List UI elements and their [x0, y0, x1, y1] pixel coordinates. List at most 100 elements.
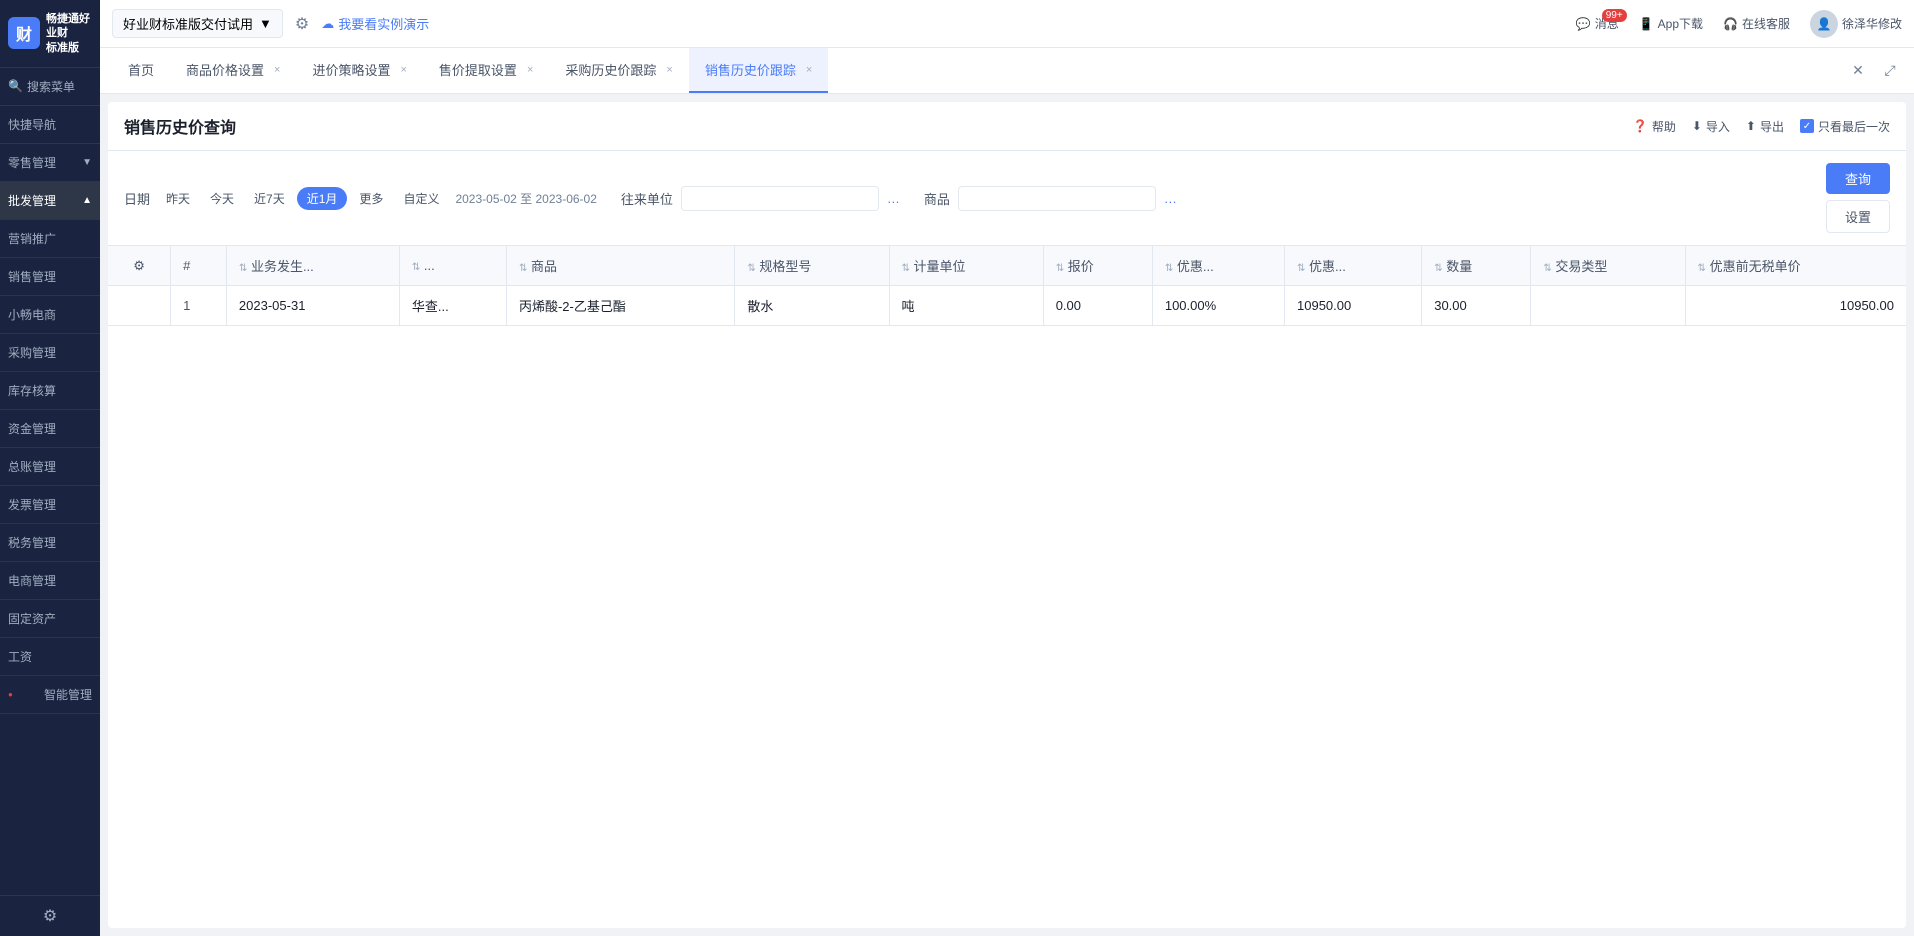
supplier-input[interactable] — [681, 186, 879, 211]
sidebar-item-wholesale[interactable]: 批发管理 ▲ — [0, 182, 100, 220]
tab-close-sales-history[interactable]: × — [806, 64, 812, 76]
chevron-up-icon: ▲ — [82, 195, 92, 206]
row-transaction-type — [1531, 286, 1685, 326]
tab-price-strategy[interactable]: 进价策略设置 × — [296, 48, 422, 93]
tab-close-price-extract[interactable]: × — [527, 64, 533, 76]
sidebar-item-inventory[interactable]: 库存核算 — [0, 372, 100, 410]
sidebar-settings-icon[interactable]: ⚙ — [0, 895, 100, 936]
row-settings — [108, 286, 171, 326]
app-logo: 财 畅捷通好业财 标准版 — [0, 0, 100, 68]
col-product[interactable]: ⇅ 商品 — [506, 246, 734, 286]
app-download-button[interactable]: 📱 App下载 — [1639, 15, 1703, 32]
version-select[interactable]: 好业财标准版交付试用 ▼ — [112, 9, 283, 38]
tab-close-window[interactable]: ✕ — [1846, 59, 1870, 83]
avatar: 👤 — [1810, 10, 1838, 38]
col-transaction-type[interactable]: ⇅ 交易类型 — [1531, 246, 1685, 286]
tab-close-price-strategy[interactable]: × — [400, 64, 406, 76]
row-unit: 吨 — [889, 286, 1043, 326]
product-filter-label: 商品 — [924, 189, 950, 208]
query-button[interactable]: 查询 — [1826, 163, 1890, 194]
checkbox-checked-icon: ✓ — [1800, 119, 1814, 133]
sidebar-item-marketing[interactable]: 营销推广 — [0, 220, 100, 258]
tab-close-price-settings[interactable]: × — [274, 64, 280, 76]
tab-sales-history[interactable]: 销售历史价跟踪 × — [689, 48, 828, 93]
date-more[interactable]: 更多 — [351, 187, 391, 210]
sidebar-item-sales[interactable]: 销售管理 — [0, 258, 100, 296]
page-title: 销售历史价查询 — [124, 114, 236, 138]
row-no: 1 — [171, 286, 227, 326]
supplier-filter-group: 往来单位 … — [621, 186, 900, 211]
tab-home[interactable]: 首页 — [112, 48, 170, 93]
sidebar-item-ecommerce-small[interactable]: 小畅电商 — [0, 296, 100, 334]
date-last7[interactable]: 近7天 — [246, 187, 293, 210]
sidebar-item-finance[interactable]: 资金管理 — [0, 410, 100, 448]
date-custom[interactable]: 自定义 — [395, 187, 447, 210]
tab-purchase-history[interactable]: 采购历史价跟踪 × — [549, 48, 688, 93]
date-today[interactable]: 今天 — [202, 187, 242, 210]
col-unit[interactable]: ⇅ 计量单位 — [889, 246, 1043, 286]
col-date[interactable]: ⇅ 业务发生... — [226, 246, 399, 286]
gear-icon: ⚙ — [43, 908, 57, 925]
supplier-more-btn[interactable]: … — [887, 191, 900, 206]
product-more-btn[interactable]: … — [1164, 191, 1177, 206]
help-icon: ❓ — [1633, 119, 1648, 133]
sidebar-item-ecommerce[interactable]: 电商管理 — [0, 562, 100, 600]
filter-bar: 日期 昨天 今天 近7天 近1月 更多 自定义 2023-05-02 至 202… — [108, 151, 1906, 246]
message-icon: 💬 — [1576, 17, 1591, 31]
sidebar-item-invoice[interactable]: 发票管理 — [0, 486, 100, 524]
chevron-down-icon: ▼ — [259, 16, 272, 31]
sidebar-item-fixed-assets[interactable]: 固定资产 — [0, 600, 100, 638]
search-icon: 🔍 — [8, 79, 23, 93]
page-header-actions: ❓ 帮助 ⬇ 导入 ⬆ 导出 ✓ 只看最后一次 — [1633, 118, 1890, 135]
tab-bar: 首页 商品价格设置 × 进价策略设置 × 售价提取设置 × 采购历史价跟踪 × … — [100, 48, 1914, 94]
import-button[interactable]: ⬇ 导入 — [1692, 118, 1730, 135]
tab-price-extract[interactable]: 售价提取设置 × — [423, 48, 549, 93]
export-button[interactable]: ⬆ 导出 — [1746, 118, 1784, 135]
col-spec[interactable]: ⇅ 规格型号 — [735, 246, 889, 286]
row-discount2: 10950.00 — [1285, 286, 1422, 326]
mobile-icon: 📱 — [1639, 17, 1654, 31]
message-badge: 99+ — [1602, 9, 1627, 22]
sidebar-item-retail[interactable]: 零售管理 ▼ — [0, 144, 100, 182]
message-button[interactable]: 💬 消息 99+ — [1576, 15, 1619, 32]
col-quantity[interactable]: ⇅ 数量 — [1422, 246, 1531, 286]
col-pretax-price[interactable]: ⇅ 优惠前无税单价 — [1685, 246, 1906, 286]
col-discount1[interactable]: ⇅ 优惠... — [1152, 246, 1284, 286]
date-filter-group: 日期 昨天 今天 近7天 近1月 更多 自定义 2023-05-02 至 202… — [124, 187, 597, 210]
query-button-group: 查询 设置 — [1826, 163, 1890, 233]
tab-maximize[interactable]: ⤢ — [1878, 59, 1902, 83]
date-options: 昨天 今天 近7天 近1月 更多 自定义 — [158, 187, 447, 210]
row-quantity: 30.00 — [1422, 286, 1531, 326]
date-last1m[interactable]: 近1月 — [297, 187, 348, 210]
row-product: 丙烯酸-2-乙基己酯 — [506, 286, 734, 326]
sidebar-item-payroll[interactable]: 工资 — [0, 638, 100, 676]
product-input[interactable] — [958, 186, 1156, 211]
help-button[interactable]: ❓ 帮助 — [1633, 118, 1676, 135]
user-profile[interactable]: 👤 徐泽华修改 — [1810, 10, 1902, 38]
row-more1: 华查... — [399, 286, 506, 326]
col-price[interactable]: ⇅ 报价 — [1043, 246, 1152, 286]
sidebar-search[interactable]: 🔍 搜索菜单 — [0, 68, 100, 106]
sidebar-item-smart[interactable]: 智能管理 — [0, 676, 100, 714]
cloud-icon: ☁ — [321, 16, 334, 32]
sidebar-item-general-ledger[interactable]: 总账管理 — [0, 448, 100, 486]
headset-icon: 🎧 — [1723, 17, 1738, 31]
col-discount2[interactable]: ⇅ 优惠... — [1285, 246, 1422, 286]
col-settings[interactable]: ⚙ — [108, 246, 171, 286]
date-yesterday[interactable]: 昨天 — [158, 187, 198, 210]
only-last-checkbox[interactable]: ✓ 只看最后一次 — [1800, 118, 1890, 135]
col-more1[interactable]: ⇅ ... — [399, 246, 506, 286]
demo-link[interactable]: ☁ 我要看实例演示 — [321, 14, 429, 33]
topbar-settings-icon[interactable]: ⚙ — [295, 14, 309, 34]
sidebar-item-purchase[interactable]: 采购管理 — [0, 334, 100, 372]
table-row[interactable]: 1 2023-05-31 华查... 丙烯酸-2-乙基己酯 散水 吨 0.00 … — [108, 286, 1906, 326]
table-header-row: ⚙ # ⇅ 业务发生... ⇅ ... ⇅ 商品 — [108, 246, 1906, 286]
settings-button[interactable]: 设置 — [1826, 200, 1890, 233]
tab-close-purchase-history[interactable]: × — [666, 64, 672, 76]
topbar-right: 💬 消息 99+ 📱 App下载 🎧 在线客服 👤 徐泽华修改 — [1576, 10, 1902, 38]
sidebar-quick-nav[interactable]: 快捷导航 — [0, 106, 100, 144]
logo-icon: 财 — [8, 17, 40, 49]
tab-price-settings[interactable]: 商品价格设置 × — [170, 48, 296, 93]
online-service-button[interactable]: 🎧 在线客服 — [1723, 15, 1790, 32]
sidebar-item-tax[interactable]: 税务管理 — [0, 524, 100, 562]
